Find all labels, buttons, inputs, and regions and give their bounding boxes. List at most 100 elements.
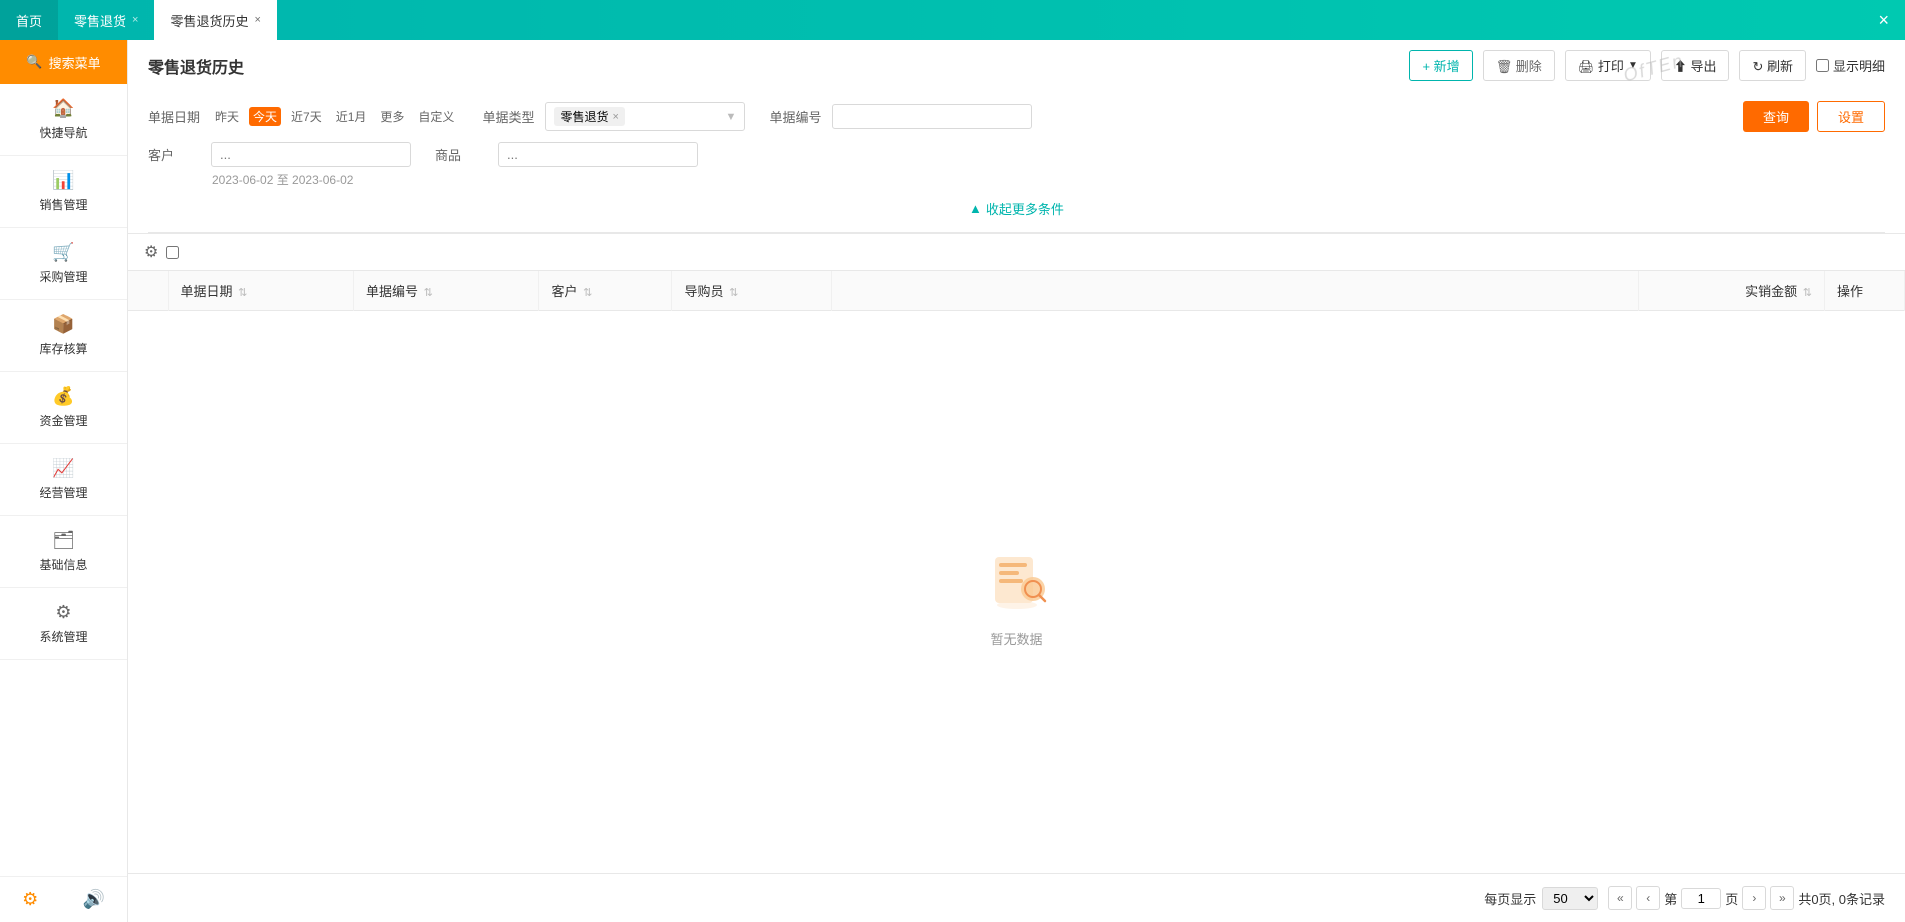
refresh-button[interactable]: ↻ 刷新: [1739, 50, 1806, 81]
sidebar-item-system[interactable]: ⚙ 系统管理: [0, 588, 127, 660]
sidebar-item-inventory[interactable]: 📦 库存核算: [0, 300, 127, 372]
chevron-down-icon: ▼: [726, 111, 737, 123]
date-range-value: 2023-06-02 至 2023-06-02: [212, 173, 353, 187]
date-custom[interactable]: 自定义: [414, 107, 458, 126]
th-amount-label: 实销金额: [1745, 284, 1797, 299]
type-tag-value: 零售退货: [560, 108, 608, 125]
sidebar-item-basic-info-label: 基础信息: [39, 556, 87, 573]
filter-area: 单据日期 昨天 今天 近7天 近1月 更多 自定义 单据类型: [148, 91, 1885, 233]
date-range-display: 2023-06-02 至 2023-06-02: [212, 171, 1885, 189]
th-action-label: 操作: [1837, 284, 1863, 299]
filter-customer-input[interactable]: [211, 142, 411, 167]
sidebar-item-purchase[interactable]: 🛒 采购管理: [0, 228, 127, 300]
filter-type-label: 单据类型: [482, 107, 537, 126]
sidebar-item-quick-nav[interactable]: 🏠 快捷导航: [0, 84, 127, 156]
pagination-size: 每页显示 20 50 100: [1484, 887, 1598, 910]
page-unit: 页: [1725, 889, 1738, 908]
date-today[interactable]: 今天: [249, 107, 281, 126]
type-tag-close[interactable]: ×: [612, 111, 618, 123]
date-yesterday[interactable]: 昨天: [211, 107, 243, 126]
filter-customer-label: 客户: [148, 145, 203, 164]
filter-row-1: 单据日期 昨天 今天 近7天 近1月 更多 自定义 单据类型: [148, 101, 1885, 132]
chevron-up-icon: ▲: [969, 201, 982, 216]
display-detail-checkbox[interactable]: 显示明细: [1816, 56, 1885, 75]
filter-goods-label: 商品: [435, 145, 490, 164]
page-last-button[interactable]: »: [1770, 886, 1794, 910]
filter-number-input[interactable]: [832, 104, 1032, 129]
search-icon: 🔍: [26, 54, 42, 70]
print-button[interactable]: 🖨 打印 ▼: [1565, 50, 1651, 81]
page-prev-button[interactable]: ‹: [1636, 886, 1660, 910]
date-1month[interactable]: 近1月: [332, 107, 371, 126]
page-size-select[interactable]: 20 50 100: [1542, 887, 1598, 910]
th-date-label: 单据日期: [181, 284, 233, 299]
filter-type-select[interactable]: 零售退货 × ▼: [545, 102, 745, 131]
page-title: 零售退货历史: [148, 54, 244, 78]
collapse-container: ▲ 收起更多条件: [148, 195, 1885, 222]
data-table: 单据日期 ⇅ 单据编号 ⇅ 客户 ⇅ 导购员 ⇅: [128, 271, 1905, 311]
table-settings-icon[interactable]: ⚙: [144, 242, 158, 262]
sort-customer-icon: ⇅: [583, 287, 592, 299]
window-close-button[interactable]: ×: [1862, 10, 1905, 31]
sidebar-item-inventory-label: 库存核算: [39, 340, 87, 357]
page-label: 第: [1664, 889, 1677, 908]
sort-amount-icon: ⇅: [1803, 287, 1812, 299]
page-first-button[interactable]: «: [1608, 886, 1632, 910]
tab-retail-return-label: 零售退货: [74, 11, 126, 30]
page-input[interactable]: [1681, 888, 1721, 909]
query-button[interactable]: 查询: [1743, 101, 1809, 132]
sidebar-item-system-label: 系统管理: [39, 628, 87, 645]
tab-home-label: 首页: [16, 11, 42, 30]
sidebar-bottom: ⚙ 🔊: [0, 876, 127, 922]
sidebar-item-sales-label: 销售管理: [39, 196, 87, 213]
th-number[interactable]: 单据编号 ⇅: [353, 271, 538, 311]
export-button-label: ⬆ 导出: [1674, 56, 1717, 75]
filter-number-label: 单据编号: [769, 107, 824, 126]
display-detail-label: 显示明细: [1833, 56, 1885, 75]
print-button-label: 🖨 打印: [1578, 56, 1624, 75]
sales-icon: 📊: [52, 170, 74, 191]
date-7days[interactable]: 近7天: [287, 107, 326, 126]
refresh-button-label: ↻ 刷新: [1752, 56, 1793, 75]
filter-goods: 商品: [435, 142, 698, 167]
sidebar-search-label: 搜索菜单: [49, 53, 101, 72]
display-detail-input[interactable]: [1816, 59, 1829, 72]
tab-retail-return[interactable]: 零售退货 ×: [58, 0, 154, 40]
sidebar-item-sales[interactable]: 📊 销售管理: [0, 156, 127, 228]
page-header-top: 零售退货历史 + 新增 🗑 删除 🖨 打印 ▼ ⬆ 导出: [148, 50, 1885, 81]
settings-bottom-icon[interactable]: ⚙: [22, 889, 38, 910]
page-next-button[interactable]: ›: [1742, 886, 1766, 910]
filter-goods-input[interactable]: [498, 142, 698, 167]
filter-date: 单据日期 昨天 今天 近7天 近1月 更多 自定义: [148, 107, 458, 126]
tab-home[interactable]: 首页: [0, 0, 58, 40]
delete-button[interactable]: 🗑 删除: [1483, 50, 1555, 81]
th-date[interactable]: 单据日期 ⇅: [168, 271, 353, 311]
th-customer[interactable]: 客户 ⇅: [539, 271, 672, 311]
home-icon: 🏠: [52, 98, 74, 119]
collapse-button[interactable]: ▲ 收起更多条件: [969, 195, 1064, 222]
th-guide[interactable]: 导购员 ⇅: [672, 271, 831, 311]
main-layout: 🔍 搜索菜单 🏠 快捷导航 📊 销售管理 🛒 采购管理 📦 库存核算 💰 资金管…: [0, 40, 1905, 922]
sidebar-search[interactable]: 🔍 搜索菜单: [0, 40, 127, 84]
sidebar-item-operations[interactable]: 📈 经营管理: [0, 444, 127, 516]
nav-tabs: 首页 零售退货 × 零售退货历史 ×: [0, 0, 1862, 40]
select-all-checkbox[interactable]: [166, 246, 179, 259]
date-more[interactable]: 更多: [376, 107, 408, 126]
sidebar-item-basic-info[interactable]: 🗂 基础信息: [0, 516, 127, 588]
empty-icon: [977, 537, 1057, 617]
set-button[interactable]: 设置: [1817, 101, 1885, 132]
volume-icon[interactable]: 🔊: [82, 889, 104, 910]
export-button[interactable]: ⬆ 导出: [1661, 50, 1730, 81]
tab-retail-return-history[interactable]: 零售退货历史 ×: [154, 0, 276, 40]
sidebar-item-finance[interactable]: 💰 资金管理: [0, 372, 127, 444]
tab-retail-return-history-close[interactable]: ×: [254, 14, 260, 26]
tab-retail-return-close[interactable]: ×: [132, 14, 138, 26]
add-button[interactable]: + 新增: [1409, 50, 1472, 81]
th-spacer: [831, 271, 1639, 311]
sidebar-item-purchase-label: 采购管理: [39, 268, 87, 285]
empty-state: 暂无数据: [128, 311, 1905, 873]
filter-customer: 客户: [148, 142, 411, 167]
operations-icon: 📈: [52, 458, 74, 479]
th-amount[interactable]: 实销金额 ⇅: [1639, 271, 1825, 311]
top-nav: 首页 零售退货 × 零售退货历史 × ×: [0, 0, 1905, 40]
